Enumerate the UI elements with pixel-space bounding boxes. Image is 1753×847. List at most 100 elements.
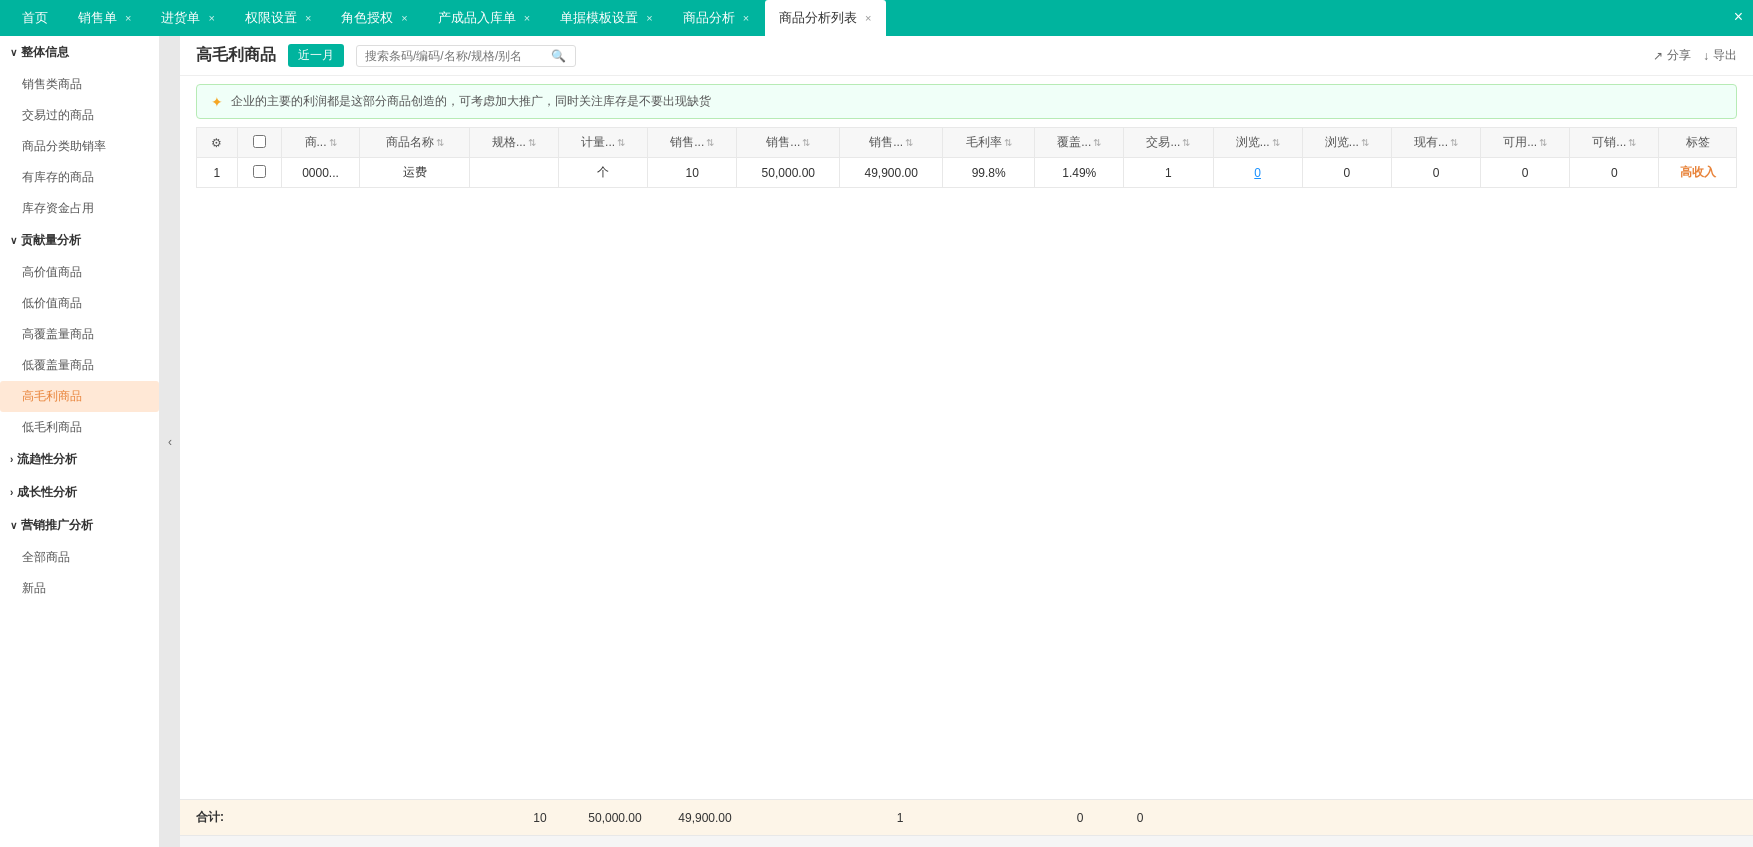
- sort-icon[interactable]: ⇅: [1182, 137, 1190, 148]
- sort-icon[interactable]: ⇅: [528, 137, 536, 148]
- sort-icon[interactable]: ⇅: [706, 137, 714, 148]
- data-table: ⚙商...⇅商品名称⇅规格...⇅计量...⇅销售...⇅销售...⇅销售...…: [196, 127, 1737, 188]
- sidebar-item-低毛利商品[interactable]: 低毛利商品: [0, 412, 159, 443]
- nav-item-销售单[interactable]: 销售单×: [64, 0, 145, 36]
- col-header-标签: 标签: [1659, 128, 1737, 158]
- sidebar-group-整体信息[interactable]: ∨整体信息: [0, 36, 159, 69]
- sidebar-arrow-icon: ∨: [10, 235, 17, 246]
- row-code: 0000...: [281, 158, 359, 188]
- sidebar-item-销售类商品[interactable]: 销售类商品: [0, 69, 159, 100]
- sidebar-item-交易过的商品[interactable]: 交易过的商品: [0, 100, 159, 131]
- sidebar-group-营销推广分析[interactable]: ∨营销推广分析: [0, 509, 159, 542]
- sidebar-item-低覆盖量商品[interactable]: 低覆盖量商品: [0, 350, 159, 381]
- tab-close-icon[interactable]: ×: [646, 12, 652, 24]
- footer-cell: [750, 811, 810, 825]
- col-header-覆盖[interactable]: 覆盖...⇅: [1035, 128, 1124, 158]
- sidebar-collapse-button[interactable]: ‹: [160, 36, 180, 847]
- col-header-商[interactable]: 商...⇅: [281, 128, 359, 158]
- time-filter-button[interactable]: 近一月: [288, 44, 344, 67]
- content-area: 高毛利商品 近一月 🔍 ↗ 分享 ↓ 导出 ✦ 企业的主要的利润都是这部分商品创…: [180, 36, 1753, 847]
- tab-close-icon[interactable]: ×: [743, 12, 749, 24]
- col-header-销售[interactable]: 销售...⇅: [737, 128, 840, 158]
- col-header-可用[interactable]: 可用...⇅: [1481, 128, 1570, 158]
- table-wrapper: ⚙商...⇅商品名称⇅规格...⇅计量...⇅销售...⇅销售...⇅销售...…: [180, 127, 1753, 799]
- sidebar-item-新品[interactable]: 新品: [0, 573, 159, 604]
- select-all-checkbox[interactable]: [253, 135, 266, 148]
- row-index: 1: [197, 158, 238, 188]
- sort-icon[interactable]: ⇅: [1450, 137, 1458, 148]
- sort-icon[interactable]: ⇅: [802, 137, 810, 148]
- sidebar-group-贡献量分析[interactable]: ∨贡献量分析: [0, 224, 159, 257]
- col-header-: ⚙: [197, 128, 238, 158]
- sort-icon[interactable]: ⇅: [436, 137, 444, 148]
- col-header-浏览[interactable]: 浏览...⇅: [1213, 128, 1302, 158]
- search-input[interactable]: [365, 49, 545, 63]
- share-button[interactable]: ↗ 分享: [1653, 47, 1691, 64]
- col-header-规格[interactable]: 规格...⇅: [469, 128, 558, 158]
- sort-icon[interactable]: ⇅: [1361, 137, 1369, 148]
- table-footer: 合计: 1050,000.0049,900.00100: [180, 799, 1753, 835]
- sidebar-item-商品分类助销率[interactable]: 商品分类助销率: [0, 131, 159, 162]
- row-transaction: 1: [1124, 158, 1213, 188]
- nav-item-商品分析列表[interactable]: 商品分析列表×: [765, 0, 885, 36]
- tab-close-icon[interactable]: ×: [305, 12, 311, 24]
- sidebar-item-有库存的商品[interactable]: 有库存的商品: [0, 162, 159, 193]
- col-header-毛利率[interactable]: 毛利率⇅: [943, 128, 1035, 158]
- sort-icon[interactable]: ⇅: [1272, 137, 1280, 148]
- footer-cell: 50,000.00: [570, 811, 660, 825]
- row-browse1[interactable]: 0: [1213, 158, 1302, 188]
- sort-icon[interactable]: ⇅: [1628, 137, 1636, 148]
- sort-icon[interactable]: ⇅: [1539, 137, 1547, 148]
- sort-icon[interactable]: ⇅: [329, 137, 337, 148]
- col-header-交易[interactable]: 交易...⇅: [1124, 128, 1213, 158]
- horizontal-scrollbar[interactable]: [180, 835, 1753, 847]
- nav-item-首页[interactable]: 首页: [8, 0, 62, 36]
- top-navigation: 首页销售单×进货单×权限设置×角色授权×产成品入库单×单据模板设置×商品分析×商…: [0, 0, 1753, 36]
- sidebar-item-高毛利商品[interactable]: 高毛利商品: [0, 381, 159, 412]
- sort-icon[interactable]: ⇅: [1093, 137, 1101, 148]
- col-header-商品名称[interactable]: 商品名称⇅: [360, 128, 470, 158]
- sidebar-arrow-icon: ∨: [10, 47, 17, 58]
- tab-close-icon[interactable]: ×: [125, 12, 131, 24]
- sidebar-item-低价值商品[interactable]: 低价值商品: [0, 288, 159, 319]
- sidebar-group-成长性分析[interactable]: ›成长性分析: [0, 476, 159, 509]
- col-header-销售[interactable]: 销售...⇅: [840, 128, 943, 158]
- nav-item-角色授权[interactable]: 角色授权×: [327, 0, 421, 36]
- search-icon[interactable]: 🔍: [551, 49, 566, 63]
- row-tag[interactable]: 高收入: [1659, 158, 1737, 188]
- nav-item-权限设置[interactable]: 权限设置×: [231, 0, 325, 36]
- sort-icon[interactable]: ⇅: [617, 137, 625, 148]
- col-header-销售[interactable]: 销售...⇅: [648, 128, 737, 158]
- export-button[interactable]: ↓ 导出: [1703, 47, 1737, 64]
- search-box: 🔍: [356, 45, 576, 67]
- nav-item-产成品入库单[interactable]: 产成品入库单×: [424, 0, 544, 36]
- sidebar-item-全部商品[interactable]: 全部商品: [0, 542, 159, 573]
- footer-cell: [930, 811, 990, 825]
- tab-close-icon[interactable]: ×: [208, 12, 214, 24]
- close-all-tabs[interactable]: ×: [1734, 8, 1743, 26]
- nav-item-进货单[interactable]: 进货单×: [147, 0, 228, 36]
- col-header-可销[interactable]: 可销...⇅: [1570, 128, 1659, 158]
- header-actions: ↗ 分享 ↓ 导出: [1653, 47, 1737, 64]
- footer-cell: [810, 811, 870, 825]
- nav-item-单据模板设置[interactable]: 单据模板设置×: [546, 0, 666, 36]
- sidebar-group-流趋性分析[interactable]: ›流趋性分析: [0, 443, 159, 476]
- tab-close-icon[interactable]: ×: [524, 12, 530, 24]
- tab-close-icon[interactable]: ×: [401, 12, 407, 24]
- sort-icon[interactable]: ⇅: [905, 137, 913, 148]
- col-header-浏览[interactable]: 浏览...⇅: [1302, 128, 1391, 158]
- footer-cell: 1: [870, 811, 930, 825]
- col-header-计量[interactable]: 计量...⇅: [559, 128, 648, 158]
- sidebar-item-高覆盖量商品[interactable]: 高覆盖量商品: [0, 319, 159, 350]
- row-select-checkbox[interactable]: [253, 165, 266, 178]
- col-header-现有[interactable]: 现有...⇅: [1391, 128, 1480, 158]
- sort-icon[interactable]: ⇅: [1004, 137, 1012, 148]
- nav-item-商品分析[interactable]: 商品分析×: [669, 0, 763, 36]
- sidebar-item-库存资金占用[interactable]: 库存资金占用: [0, 193, 159, 224]
- tab-close-icon[interactable]: ×: [865, 12, 871, 24]
- sidebar-item-高价值商品[interactable]: 高价值商品: [0, 257, 159, 288]
- row-sales3: 49,900.00: [840, 158, 943, 188]
- row-coverage: 1.49%: [1035, 158, 1124, 188]
- row-spec: [469, 158, 558, 188]
- footer-cell: [450, 811, 510, 825]
